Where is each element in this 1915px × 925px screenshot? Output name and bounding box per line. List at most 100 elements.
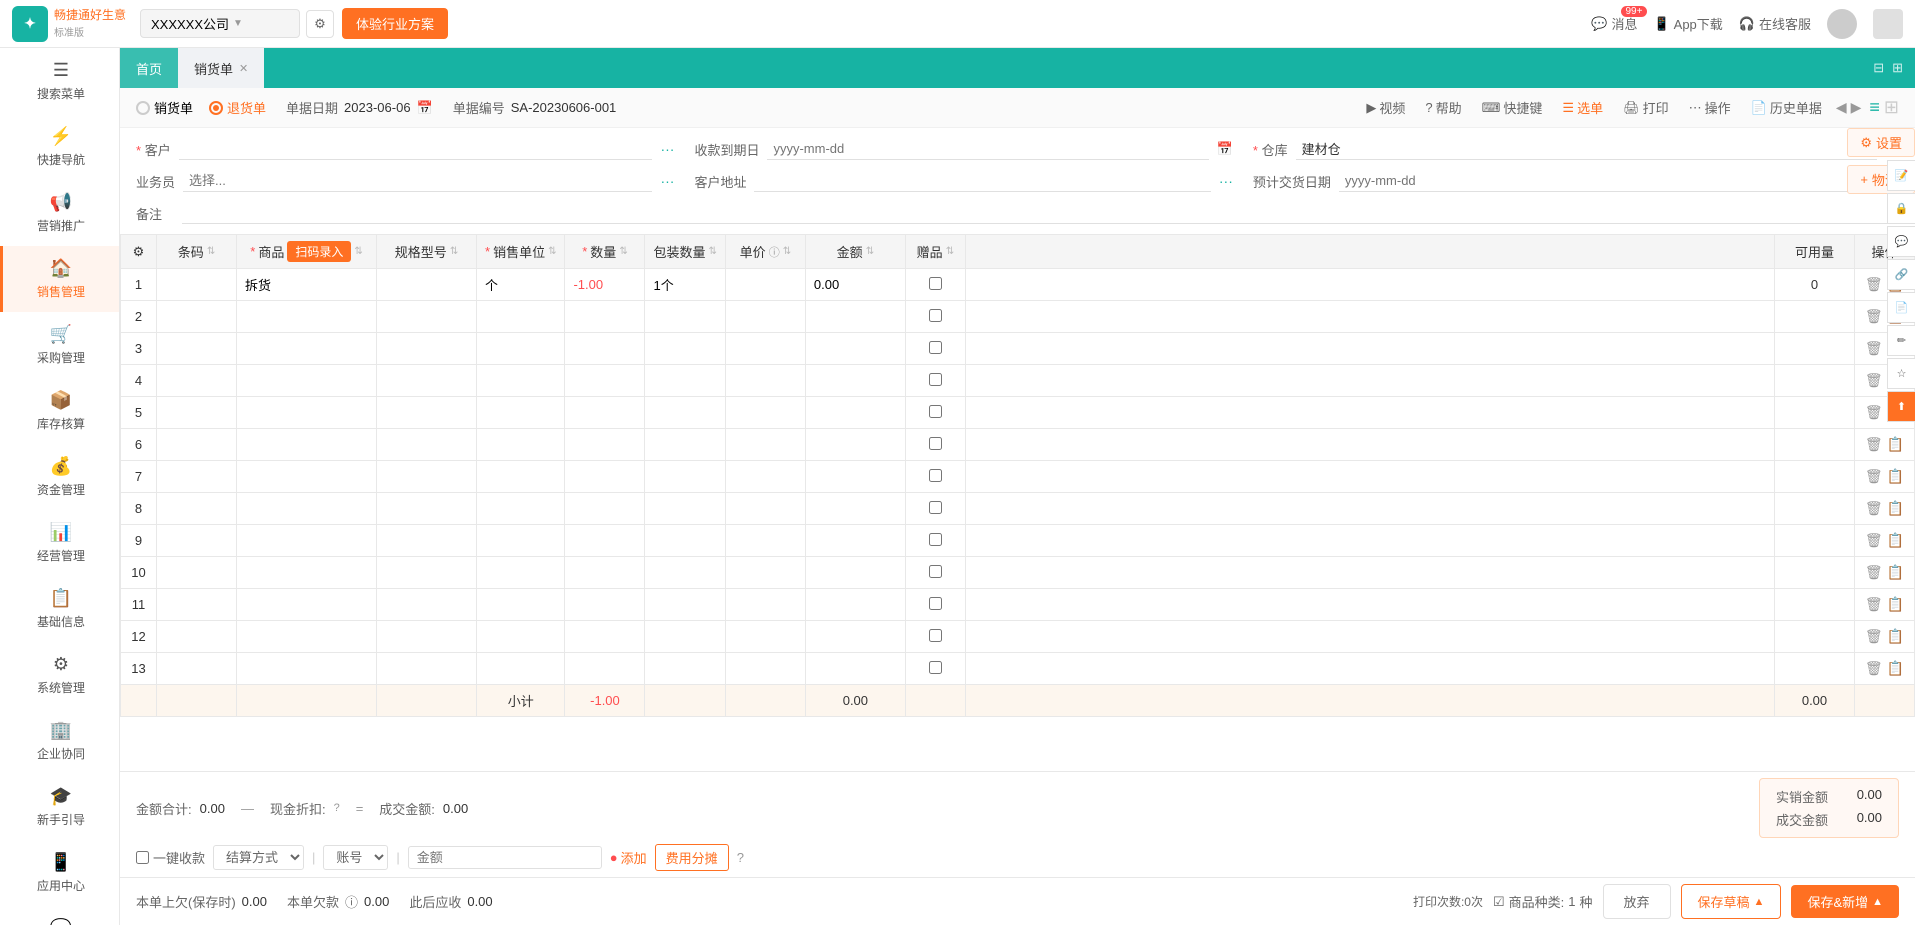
qty-input-4[interactable] (573, 373, 636, 388)
row-price-6[interactable] (725, 429, 805, 461)
one-click-pay-check[interactable] (136, 851, 149, 864)
gift-check-8[interactable] (929, 501, 942, 514)
payment-cal-icon[interactable]: 📅 (1217, 141, 1233, 157)
row-spec-6[interactable] (377, 429, 477, 461)
row-amount-13[interactable] (805, 653, 905, 685)
barcode-input-3[interactable] (165, 341, 228, 356)
qty-input-6[interactable] (573, 437, 636, 452)
row-barcode-5[interactable] (157, 397, 237, 429)
delete-row-btn-6[interactable]: 🗑 (1865, 436, 1883, 453)
goods-input-5[interactable] (245, 405, 368, 420)
amount-input-12[interactable] (814, 629, 897, 644)
product-type[interactable]: ☑ 商品种类: 1 种 (1493, 892, 1593, 911)
row-price-12[interactable] (725, 621, 805, 653)
row-barcode-12[interactable] (157, 621, 237, 653)
row-spec-7[interactable] (377, 461, 477, 493)
row-price-9[interactable] (725, 525, 805, 557)
qty-input-10[interactable] (573, 565, 636, 580)
row-unit-9[interactable] (477, 525, 565, 557)
row-qty-13[interactable] (565, 653, 645, 685)
customer-addr-input[interactable] (754, 170, 1210, 192)
pkg-input-6[interactable] (653, 437, 716, 452)
tab-grid-icon[interactable]: ⊞ (1892, 60, 1903, 76)
row-barcode-8[interactable] (157, 493, 237, 525)
nav-next-icon[interactable]: ▶ (1851, 99, 1862, 116)
online-service-button[interactable]: 🎧 在线客服 (1739, 14, 1811, 33)
row-spec-5[interactable] (377, 397, 477, 429)
barcode-input-12[interactable] (165, 629, 228, 644)
row-unit-8[interactable] (477, 493, 565, 525)
app-download-button[interactable]: 📱 App下载 (1653, 14, 1722, 33)
addr-dots-icon[interactable]: ··· (1219, 173, 1233, 189)
pkg-input-7[interactable] (653, 469, 716, 484)
row-price-2[interactable] (725, 301, 805, 333)
row-goods-4[interactable] (237, 365, 377, 397)
message-button[interactable]: 💬 消息 99+ (1591, 14, 1637, 33)
account-select[interactable]: 账号 (323, 845, 388, 870)
row-price-8[interactable] (725, 493, 805, 525)
row-qty-11[interactable] (565, 589, 645, 621)
price-input-8[interactable] (734, 501, 797, 516)
gift-check-9[interactable] (929, 533, 942, 546)
th-gear[interactable]: ⚙ (121, 235, 157, 269)
toolbar-help-btn[interactable]: ? 帮助 (1419, 96, 1467, 119)
copy-row-btn-13[interactable]: 📋 (1887, 660, 1904, 677)
row-price-13[interactable] (725, 653, 805, 685)
row-pkg-6[interactable] (645, 429, 725, 461)
row-unit-7[interactable] (477, 461, 565, 493)
row-gift-6[interactable] (905, 429, 965, 461)
unit-input-12[interactable] (485, 629, 556, 644)
goods-input-12[interactable] (245, 629, 368, 644)
amount-sort-icon[interactable]: ⇅ (866, 246, 874, 257)
question-icon[interactable]: ? (737, 850, 744, 865)
row-spec-13[interactable] (377, 653, 477, 685)
gift-check-12[interactable] (929, 629, 942, 642)
row-pkg-10[interactable] (645, 557, 725, 589)
unit-input-8[interactable] (485, 501, 556, 516)
price-input-2[interactable] (734, 309, 797, 324)
salesperson-dots-icon[interactable]: ··· (660, 173, 674, 189)
spec-sort-icon[interactable]: ⇅ (450, 246, 458, 257)
gift-check-1[interactable] (929, 277, 942, 290)
barcode-input-13[interactable] (165, 661, 228, 676)
price-input-4[interactable] (734, 373, 797, 388)
warehouse-input[interactable] (1296, 138, 1877, 160)
amount-input-8[interactable] (814, 501, 897, 516)
qty-input-7[interactable] (573, 469, 636, 484)
expense-split-button[interactable]: 费用分摊 (655, 844, 729, 871)
row-barcode-7[interactable] (157, 461, 237, 493)
float-btn-3[interactable]: 💬 (1887, 226, 1915, 257)
view-list-btn[interactable]: ≡ (1869, 97, 1880, 118)
qty-sort-icon[interactable]: ⇅ (619, 246, 627, 257)
spec-input-2[interactable] (385, 309, 468, 324)
gift-check-7[interactable] (929, 469, 942, 482)
row-goods-2[interactable] (237, 301, 377, 333)
row-spec-12[interactable] (377, 621, 477, 653)
toolbar-history-btn[interactable]: 📄 历史单据 (1745, 96, 1828, 119)
delete-row-btn-10[interactable]: 🗑 (1865, 564, 1883, 581)
add-button[interactable]: ● 添加 (610, 848, 647, 867)
goods-sort-icon[interactable]: ⇅ (354, 246, 362, 257)
sidebar-item-quick-nav[interactable]: ⚡ 快捷导航 (0, 114, 119, 180)
row-qty-7[interactable] (565, 461, 645, 493)
row-gift-1[interactable] (905, 269, 965, 301)
row-amount-12[interactable] (805, 621, 905, 653)
more-button[interactable] (1873, 9, 1903, 39)
price-info-icon[interactable]: ⓘ (769, 244, 780, 260)
row-unit-1[interactable] (477, 269, 565, 301)
toolbar-select-btn[interactable]: ☰ 选单 (1556, 96, 1609, 119)
delete-row-btn-11[interactable]: 🗑 (1865, 596, 1883, 613)
sidebar-item-operation[interactable]: 📊 经营管理 (0, 510, 119, 576)
tab-sales-order[interactable]: 销货单 ✕ (178, 48, 264, 88)
row-barcode-1[interactable] (157, 269, 237, 301)
row-unit-2[interactable] (477, 301, 565, 333)
qty-input-13[interactable] (573, 661, 636, 676)
customer-input[interactable] (179, 138, 653, 160)
trial-button[interactable]: 体验行业方案 (342, 8, 448, 39)
row-gift-4[interactable] (905, 365, 965, 397)
gift-check-13[interactable] (929, 661, 942, 674)
qty-input-11[interactable] (573, 597, 636, 612)
sidebar-item-marketing[interactable]: 📢 营销推广 (0, 180, 119, 246)
price-input-3[interactable] (734, 341, 797, 356)
row-goods-13[interactable] (237, 653, 377, 685)
